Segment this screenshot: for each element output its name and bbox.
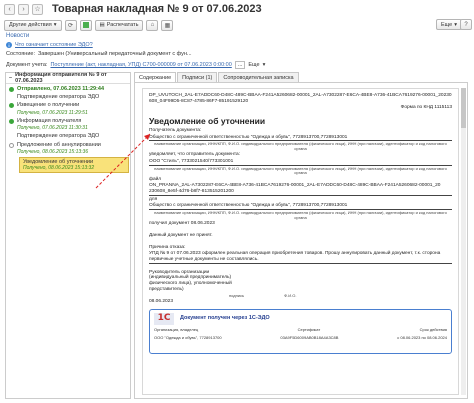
dashed-arrow-line bbox=[95, 133, 151, 189]
annotation-arrow bbox=[95, 133, 151, 189]
arrow-head bbox=[144, 134, 150, 140]
